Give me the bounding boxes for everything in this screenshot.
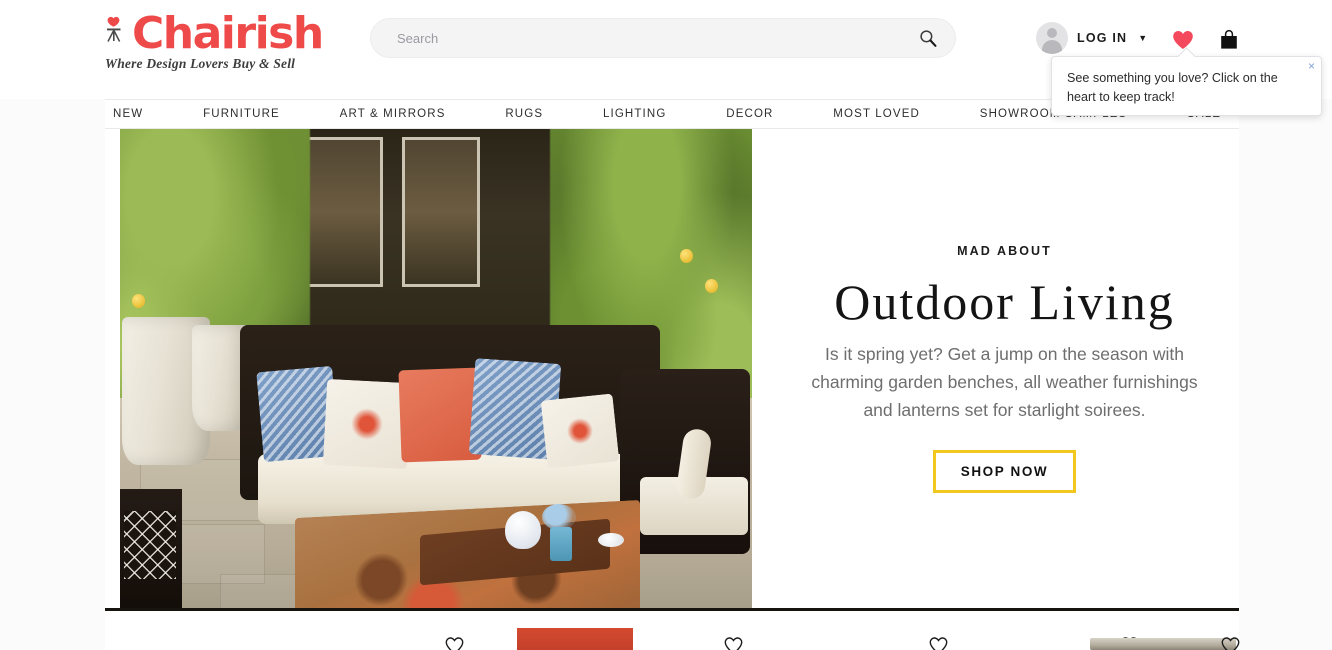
hero-image-teapot <box>505 511 541 549</box>
heart-outline-icon[interactable] <box>445 637 464 650</box>
nav-item-most-loved[interactable]: MOST LOVED <box>833 108 920 120</box>
hero-copy: MAD ABOUT Outdoor Living Is it spring ye… <box>770 129 1239 608</box>
tooltip-message: See something you love? Click on the hea… <box>1067 71 1278 104</box>
nav-item-art-mirrors[interactable]: ART & MIRRORS <box>340 108 446 120</box>
logo-wordmark: Chairish <box>132 8 324 59</box>
product-thumbnail[interactable] <box>517 628 633 650</box>
hero-image-pillow-white <box>540 393 620 469</box>
product-card[interactable] <box>1090 611 1240 650</box>
hero-image-lemon <box>705 279 718 293</box>
hero-image-lattice <box>124 511 176 579</box>
search-input[interactable] <box>397 19 897 57</box>
hero-image[interactable] <box>120 129 752 608</box>
shop-now-button[interactable]: SHOP NOW <box>932 450 1077 493</box>
nav-item-furniture[interactable]: FURNITURE <box>203 108 280 120</box>
heart-outline-icon[interactable] <box>724 637 743 650</box>
product-carousel <box>105 611 1240 650</box>
hero-eyebrow: MAD ABOUT <box>957 244 1052 258</box>
hero-image-window <box>305 137 383 287</box>
search-icon[interactable] <box>919 29 937 47</box>
chair-heart-logo-icon <box>104 16 134 50</box>
hero-image-lemon <box>132 294 145 308</box>
user-avatar-icon <box>1036 22 1068 54</box>
page-root: Chairish Where Design Lovers Buy & Sell … <box>0 0 1332 650</box>
site-logo[interactable]: Chairish Where Design Lovers Buy & Sell <box>104 8 324 74</box>
close-icon[interactable]: × <box>1308 59 1315 73</box>
nav-item-rugs[interactable]: RUGS <box>505 108 543 120</box>
product-thumbnail[interactable] <box>1090 638 1236 650</box>
hero-image-window <box>402 137 480 287</box>
favorites-tooltip: See something you love? Click on the hea… <box>1051 47 1322 116</box>
hero-image-vase <box>550 527 572 561</box>
nav-item-decor[interactable]: DECOR <box>726 108 773 120</box>
nav-item-lighting[interactable]: LIGHTING <box>603 108 667 120</box>
product-card[interactable] <box>517 611 743 650</box>
heart-outline-icon[interactable] <box>1221 637 1240 650</box>
login-label: LOG IN <box>1077 31 1128 45</box>
product-card[interactable] <box>233 611 464 650</box>
chevron-down-icon: ▼ <box>1138 33 1148 43</box>
search-bar[interactable] <box>370 18 956 58</box>
hero-subtitle: Is it spring yet? Get a jump on the seas… <box>811 344 1198 420</box>
shopping-bag-icon[interactable] <box>1219 29 1239 51</box>
nav-item-new[interactable]: NEW <box>113 108 143 120</box>
hero-image-cup <box>598 533 624 547</box>
hero-banner: MAD ABOUT Outdoor Living Is it spring ye… <box>105 129 1239 610</box>
favorites-heart-icon[interactable] <box>1172 30 1194 50</box>
login-menu[interactable]: LOG IN ▼ <box>1036 22 1147 54</box>
hero-title: Outdoor Living <box>834 274 1175 330</box>
hero-image-lemon <box>680 249 693 263</box>
logo-tagline: Where Design Lovers Buy & Sell <box>105 56 296 71</box>
hero-image-pillow-white <box>322 378 412 470</box>
